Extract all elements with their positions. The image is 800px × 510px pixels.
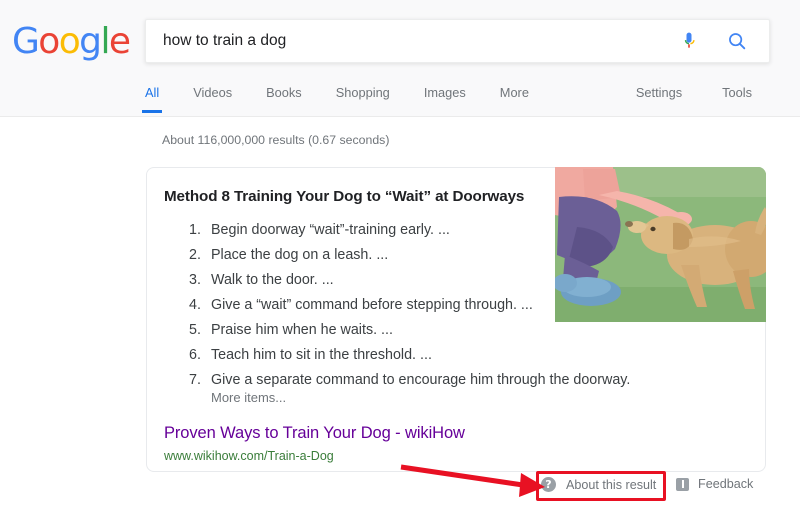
page-header: Google All Videos Books bbox=[0, 0, 800, 117]
search-input[interactable] bbox=[146, 21, 667, 61]
about-this-result-button[interactable]: ? About this result bbox=[541, 477, 656, 492]
tab-more[interactable]: More bbox=[500, 80, 529, 113]
about-this-result-label: About this result bbox=[566, 477, 657, 492]
list-item: Begin doorway “wait”-training early. ... bbox=[189, 218, 450, 243]
result-title-link[interactable]: Proven Ways to Train Your Dog - wikiHow bbox=[164, 424, 465, 443]
tab-images[interactable]: Images bbox=[424, 80, 466, 113]
search-box[interactable] bbox=[145, 19, 770, 63]
result-url: www.wikihow.com/Train-a-Dog bbox=[164, 449, 334, 463]
tab-all[interactable]: All bbox=[141, 80, 163, 113]
logo-letter-l: l bbox=[100, 21, 110, 62]
search-icon[interactable] bbox=[715, 19, 759, 63]
search-tabs: All Videos Books Shopping Images More bbox=[141, 80, 563, 117]
question-mark-circle-icon: ? bbox=[541, 477, 556, 492]
tab-books[interactable]: Books bbox=[266, 80, 302, 113]
tab-videos[interactable]: Videos bbox=[193, 80, 232, 113]
feedback-flag-icon bbox=[676, 477, 689, 491]
logo-letter-o1: o bbox=[38, 21, 60, 62]
tools-button[interactable]: Tools bbox=[722, 80, 752, 113]
logo-letter-g2: g bbox=[79, 21, 102, 62]
logo-letter-e: e bbox=[108, 21, 131, 62]
snippet-thumbnail-image[interactable] bbox=[555, 167, 766, 322]
list-item: Place the dog on a leash. ... bbox=[189, 243, 389, 268]
tab-shopping[interactable]: Shopping bbox=[336, 80, 390, 113]
logo-letter-g1: G bbox=[12, 21, 40, 62]
feedback-button[interactable]: Feedback bbox=[676, 477, 753, 491]
snippet-title: Method 8 Training Your Dog to “Wait” at … bbox=[164, 188, 525, 205]
feedback-label: Feedback bbox=[698, 477, 754, 491]
list-item: Walk to the door. ... bbox=[189, 268, 334, 293]
microphone-icon[interactable] bbox=[667, 19, 711, 63]
result-stats: About 116,000,000 results (0.67 seconds) bbox=[162, 133, 390, 147]
list-item: Teach him to sit in the threshold. ... bbox=[189, 343, 432, 368]
more-items-link[interactable]: More items... bbox=[211, 390, 286, 405]
featured-snippet-card: Method 8 Training Your Dog to “Wait” at … bbox=[146, 167, 766, 472]
google-search-results-page: Google All Videos Books bbox=[0, 0, 800, 510]
list-item: Give a “wait” command before stepping th… bbox=[189, 293, 533, 318]
search-tools-group: Settings Tools bbox=[596, 80, 752, 113]
snippet-step-list: Begin doorway “wait”-training early. ...… bbox=[189, 218, 630, 393]
list-item: Praise him when he waits. ... bbox=[189, 318, 393, 343]
logo-letter-o2: o bbox=[58, 21, 81, 62]
settings-button[interactable]: Settings bbox=[636, 80, 682, 113]
google-logo[interactable]: Google bbox=[12, 21, 131, 62]
